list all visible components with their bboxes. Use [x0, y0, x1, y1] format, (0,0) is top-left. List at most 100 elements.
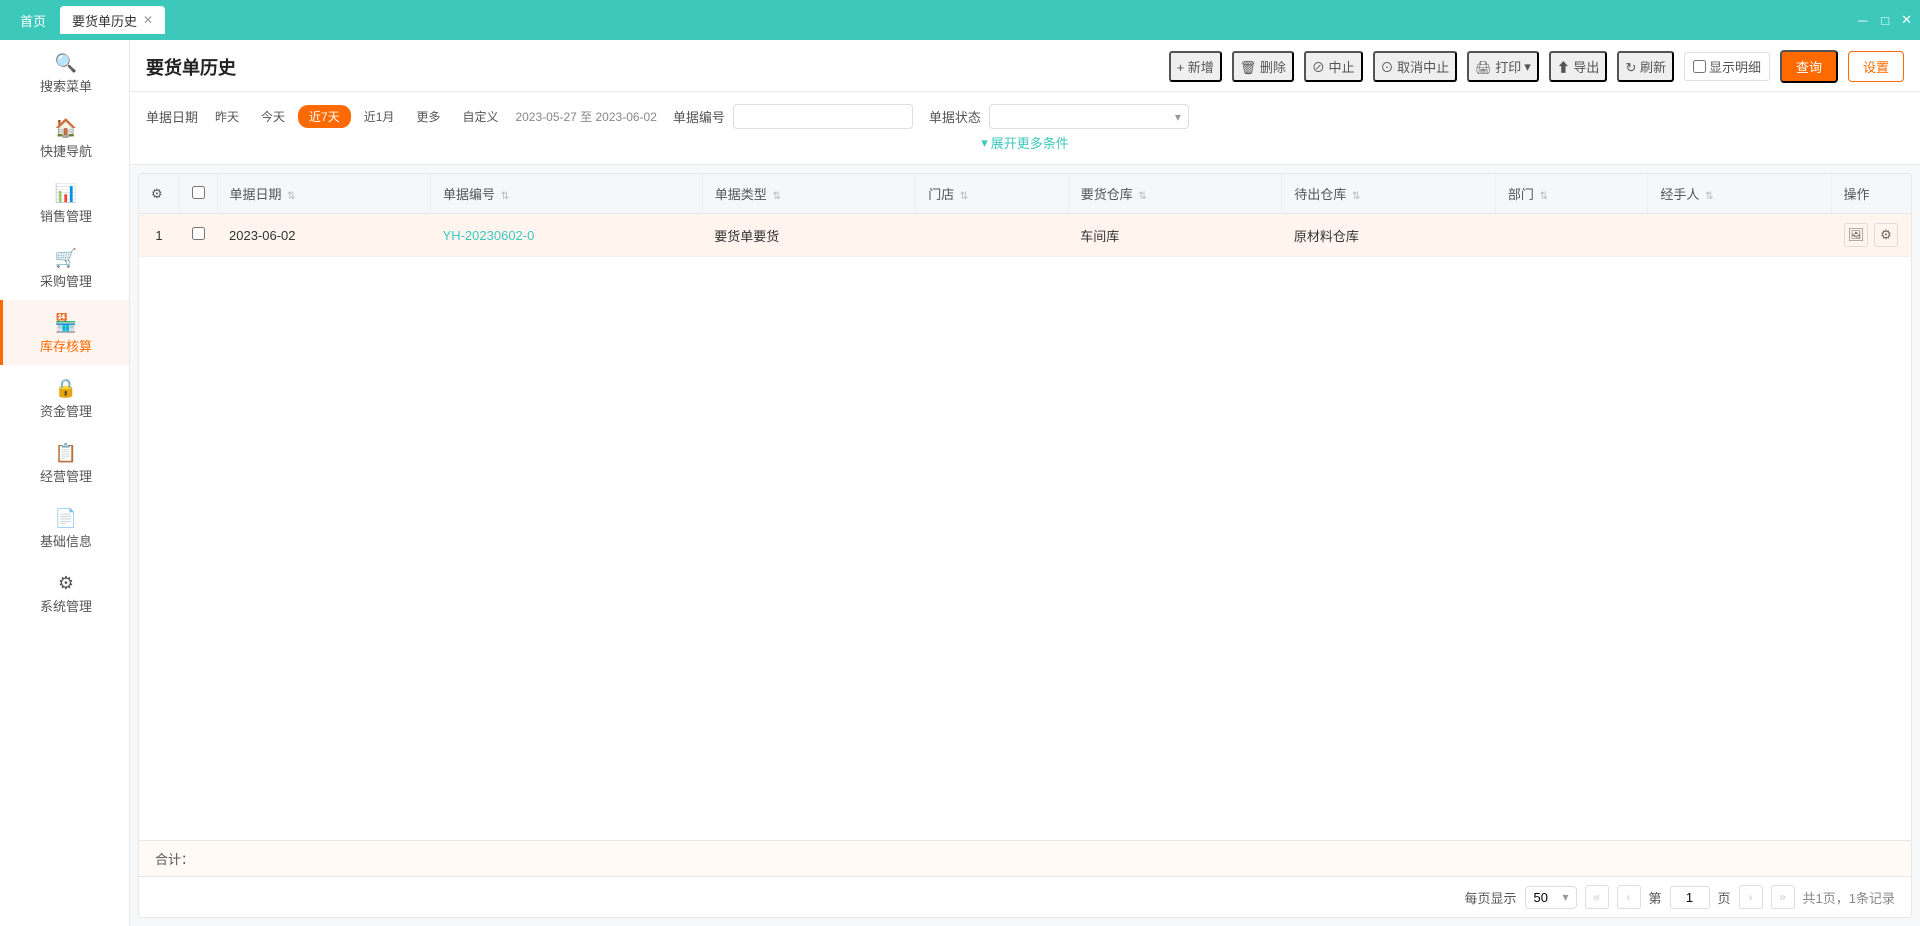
finance-icon: 🔒: [55, 379, 77, 397]
row-doc-no-link[interactable]: YH-20230602-0: [443, 228, 535, 243]
date-btn-last1month[interactable]: 近1月: [355, 105, 404, 128]
sidebar-item-search-menu[interactable]: 🔍 搜索菜单: [0, 40, 129, 105]
sidebar-item-purchase[interactable]: 🛒 采购管理: [0, 235, 129, 300]
th-store[interactable]: 门店 ⇅: [916, 174, 1069, 214]
window-close-btn[interactable]: ✕: [1901, 12, 1912, 28]
doc-no-input[interactable]: [733, 104, 913, 129]
th-ops: 操作: [1831, 174, 1911, 214]
row-view-btn[interactable]: 🖼: [1844, 223, 1868, 247]
th-settings[interactable]: ⚙: [139, 174, 179, 214]
expand-more-btn[interactable]: ▾ 展开更多条件: [146, 129, 1904, 156]
settings-button[interactable]: 设置: [1848, 51, 1904, 82]
th-pending-warehouse[interactable]: 待出仓库 ⇅: [1282, 174, 1496, 214]
page-last-btn[interactable]: »: [1771, 885, 1795, 909]
sidebar-item-basic-info-label: 基础信息: [40, 531, 92, 550]
operations-icon: 📋: [55, 444, 77, 462]
th-req-warehouse-label: 要货仓库: [1081, 187, 1133, 202]
page-size-select[interactable]: 10 20 50 100: [1525, 886, 1577, 909]
page-size-select-wrapper: 10 20 50 100: [1525, 886, 1577, 909]
status-filter-group: 单据状态: [929, 104, 1189, 129]
row-checkbox[interactable]: [192, 227, 205, 240]
toolbar: + 新增 🗑 删除 ⊘ 中止 ⊙ 取消中止 🖨 打印 ▾ ⬆ 导出 ↻ 刷新 显…: [1169, 50, 1904, 83]
row-req-warehouse: 车间库: [1068, 214, 1282, 257]
sort-doc-type-icon: ⇅: [772, 191, 780, 202]
row-store: [916, 214, 1069, 257]
page-first-btn[interactable]: «: [1585, 885, 1609, 909]
tab-requisition-history-label: 要货单历史: [72, 11, 137, 30]
top-bar-right: － □ ✕: [1856, 11, 1912, 30]
row-edit-btn[interactable]: ⚙: [1874, 223, 1898, 247]
select-all-checkbox[interactable]: [192, 186, 205, 199]
date-btn-more[interactable]: 更多: [407, 105, 449, 128]
row-department: [1495, 214, 1648, 257]
print-label: 🖨 打印: [1475, 57, 1521, 76]
date-btn-custom[interactable]: 自定义: [453, 105, 507, 128]
row-doc-date: 2023-06-02: [217, 214, 431, 257]
th-doc-no[interactable]: 单据编号 ⇅: [431, 174, 703, 214]
cancel-stop-button[interactable]: ⊙ 取消中止: [1373, 51, 1458, 82]
th-req-warehouse[interactable]: 要货仓库 ⇅: [1068, 174, 1282, 214]
th-checkbox[interactable]: [179, 174, 217, 214]
date-btn-yesterday[interactable]: 昨天: [206, 105, 248, 128]
refresh-button[interactable]: ↻ 刷新: [1617, 51, 1674, 82]
sort-req-warehouse-icon: ⇅: [1138, 191, 1146, 202]
sidebar-item-sys-mgmt[interactable]: ⚙ 系统管理: [0, 560, 129, 625]
content-area: 要货单历史 + 新增 🗑 删除 ⊘ 中止 ⊙ 取消中止 🖨 打印 ▾ ⬆ 导出 …: [130, 40, 1920, 926]
sidebar-item-finance[interactable]: 🔒 资金管理: [0, 365, 129, 430]
window-maximize-btn[interactable]: □: [1881, 13, 1889, 28]
th-department[interactable]: 部门 ⇅: [1495, 174, 1648, 214]
sys-mgmt-icon: ⚙: [58, 574, 74, 592]
tab-requisition-history[interactable]: 要货单历史 ✕: [60, 6, 165, 34]
window-minimize-btn[interactable]: －: [1856, 11, 1869, 30]
stop-button[interactable]: ⊘ 中止: [1304, 51, 1363, 82]
status-select[interactable]: [989, 104, 1189, 129]
date-btn-last7[interactable]: 近7天: [298, 105, 351, 128]
sidebar-item-finance-label: 资金管理: [40, 401, 92, 420]
sidebar-item-sales[interactable]: 📊 销售管理: [0, 170, 129, 235]
th-doc-date-label: 单据日期: [230, 187, 282, 202]
export-button[interactable]: ⬆ 导出: [1549, 51, 1608, 82]
sidebar-item-operations-label: 经营管理: [40, 466, 92, 485]
th-doc-date[interactable]: 单据日期 ⇅: [217, 174, 431, 214]
page-prev-btn[interactable]: ‹: [1617, 885, 1641, 909]
table-body: 1 2023-06-02 YH-20230602-0 要货单要货 车间库 原材料…: [139, 214, 1911, 257]
inventory-icon: 🏪: [55, 314, 77, 332]
display-detail-toggle[interactable]: 显示明细: [1684, 52, 1770, 81]
doc-no-label: 单据编号: [673, 107, 725, 126]
row-no: 1: [139, 214, 179, 257]
sidebar-item-inventory[interactable]: 🏪 库存核算: [0, 300, 129, 365]
print-dropdown-icon: ▾: [1524, 59, 1531, 75]
th-doc-type-label: 单据类型: [715, 187, 767, 202]
add-button[interactable]: + 新增: [1169, 51, 1222, 82]
sidebar-item-quick-nav[interactable]: 🏠 快捷导航: [0, 105, 129, 170]
page-label: 第: [1649, 888, 1662, 907]
quick-nav-icon: 🏠: [55, 119, 77, 137]
table-area: ⚙ 单据日期 ⇅ 单据编号 ⇅: [138, 173, 1912, 841]
sidebar: 🔍 搜索菜单 🏠 快捷导航 📊 销售管理 🛒 采购管理 🏪 库存核算 🔒 资金管…: [0, 40, 130, 926]
purchase-icon: 🛒: [55, 249, 77, 267]
page-title: 要货单历史: [146, 54, 1169, 80]
row-checkbox-cell[interactable]: [179, 214, 217, 257]
date-btn-today[interactable]: 今天: [252, 105, 294, 128]
delete-button[interactable]: 🗑 删除: [1232, 51, 1294, 82]
tab-close-icon[interactable]: ✕: [143, 13, 153, 27]
page-input[interactable]: [1670, 886, 1710, 909]
sidebar-item-sales-label: 销售管理: [40, 206, 92, 225]
th-handler-label: 经手人: [1660, 187, 1699, 202]
print-button[interactable]: 🖨 打印 ▾: [1467, 51, 1539, 82]
page-next-btn[interactable]: ›: [1739, 885, 1763, 909]
tab-home[interactable]: 首页: [8, 6, 58, 34]
doc-no-filter-group: 单据编号: [673, 104, 913, 129]
sidebar-item-basic-info[interactable]: 📄 基础信息: [0, 495, 129, 560]
sidebar-item-operations[interactable]: 📋 经营管理: [0, 430, 129, 495]
query-button[interactable]: 查询: [1780, 50, 1838, 83]
sidebar-item-inventory-label: 库存核算: [40, 336, 92, 355]
filter-row: 单据日期 昨天 今天 近7天 近1月 更多 自定义 2023-05-27 至 2…: [146, 104, 1904, 129]
th-handler[interactable]: 经手人 ⇅: [1648, 174, 1831, 214]
expand-more-label: 展开更多条件: [991, 133, 1069, 152]
display-detail-checkbox[interactable]: [1693, 60, 1706, 73]
th-store-label: 门店: [928, 187, 954, 202]
th-doc-type[interactable]: 单据类型 ⇅: [702, 174, 916, 214]
footer-total-label: 合计：: [155, 849, 194, 868]
sales-icon: 📊: [55, 184, 77, 202]
